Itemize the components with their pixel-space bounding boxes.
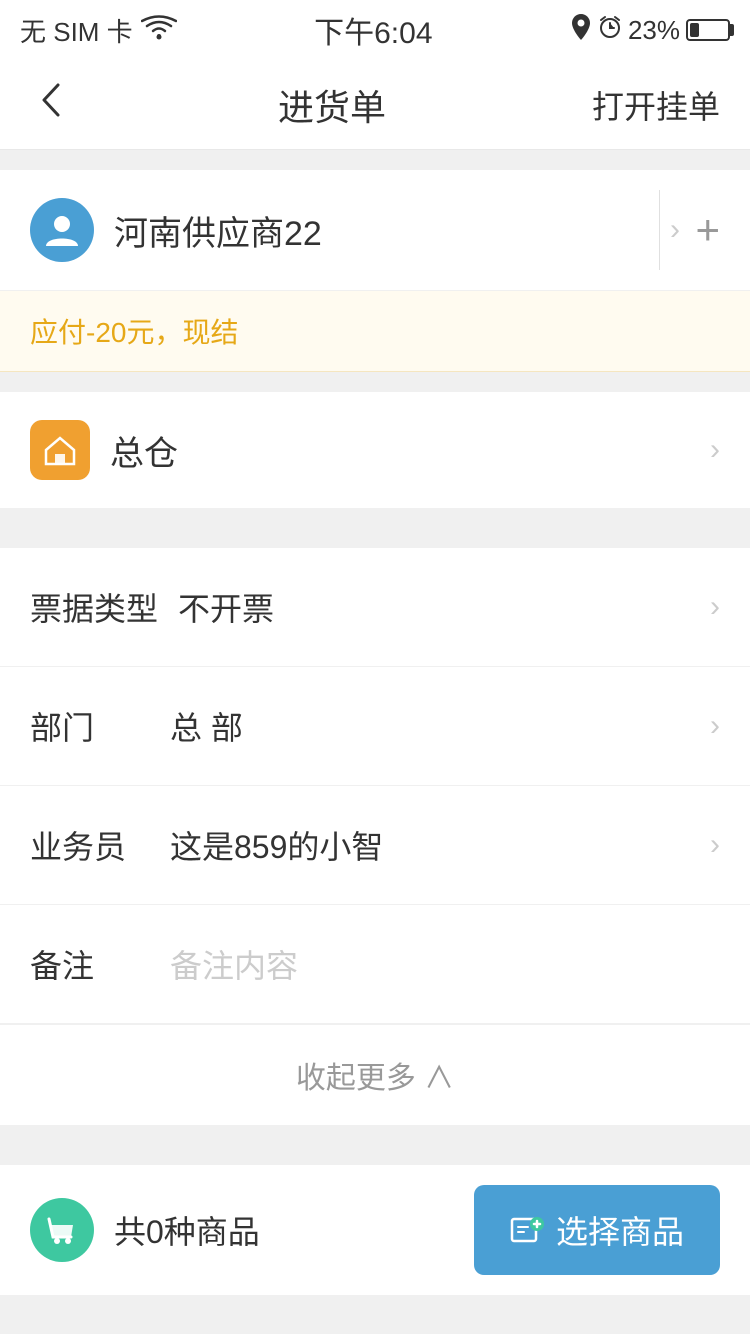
- sim-text: 无 SIM 卡: [20, 12, 133, 49]
- warehouse-row[interactable]: 总仓 ›: [0, 392, 750, 508]
- section-gap-2: [0, 372, 750, 392]
- note-row[interactable]: 备注 备注内容: [0, 905, 750, 1024]
- nav-title: 进货单: [278, 79, 386, 131]
- warehouse-section: 总仓 ›: [0, 392, 750, 508]
- nav-bar: 进货单 打开挂单: [0, 60, 750, 150]
- battery-icon: [686, 19, 730, 41]
- select-product-label: 选择商品: [556, 1207, 684, 1253]
- warehouse-chevron-icon: ›: [710, 433, 720, 467]
- battery-percent: 23%: [628, 15, 680, 46]
- warehouse-name: 总仓: [110, 426, 710, 475]
- notice-banner: 应付-20元，现结: [0, 291, 750, 372]
- dept-label: 部门: [30, 703, 150, 749]
- location-icon: [570, 14, 592, 47]
- status-left: 无 SIM 卡: [20, 12, 177, 49]
- supplier-section: 河南供应商22 › + 应付-20元，现结: [0, 170, 750, 372]
- status-right: 23%: [570, 14, 730, 47]
- supplier-chevron-icon: ›: [670, 213, 680, 247]
- invoice-label: 票据类型: [30, 584, 158, 630]
- status-bar: 无 SIM 卡 下午6:04 23: [0, 0, 750, 60]
- form-section: 票据类型 不开票 › 部门 总 部 › 业务员 这是859的小智 › 备注 备注…: [0, 548, 750, 1125]
- product-count: 共0种商品: [114, 1207, 474, 1253]
- status-time: 下午6:04: [314, 8, 432, 52]
- invoice-row[interactable]: 票据类型 不开票 ›: [0, 548, 750, 667]
- section-gap-4: [0, 1125, 750, 1145]
- supplier-avatar: [30, 198, 94, 262]
- select-product-button[interactable]: 选择商品: [474, 1185, 720, 1275]
- dept-chevron-icon: ›: [710, 709, 720, 743]
- bottom-bar: 共0种商品 选择商品: [0, 1165, 750, 1295]
- invoice-value: 不开票: [178, 584, 710, 630]
- add-supplier-button[interactable]: +: [695, 206, 720, 254]
- wifi-icon: [141, 14, 177, 47]
- section-gap-1: [0, 150, 750, 170]
- alarm-icon: [598, 14, 622, 47]
- supplier-row[interactable]: 河南供应商22 › +: [0, 170, 750, 291]
- note-label: 备注: [30, 941, 150, 987]
- collapse-button[interactable]: 收起更多 ∧: [0, 1024, 750, 1125]
- salesperson-value: 这是859的小智: [170, 822, 710, 868]
- note-placeholder: 备注内容: [170, 941, 720, 987]
- supplier-divider: [659, 190, 660, 270]
- dept-value: 总 部: [170, 703, 710, 749]
- salesperson-row[interactable]: 业务员 这是859的小智 ›: [0, 786, 750, 905]
- open-pending-button[interactable]: 打开挂单: [592, 82, 720, 128]
- salesperson-chevron-icon: ›: [710, 828, 720, 862]
- dept-row[interactable]: 部门 总 部 ›: [0, 667, 750, 786]
- invoice-chevron-icon: ›: [710, 590, 720, 624]
- section-gap-3: [0, 508, 750, 528]
- warehouse-icon: [30, 420, 90, 480]
- back-button[interactable]: [30, 71, 72, 138]
- salesperson-label: 业务员: [30, 822, 150, 868]
- product-cart-icon: [30, 1198, 94, 1262]
- select-product-icon: [510, 1213, 544, 1247]
- supplier-name: 河南供应商22: [114, 206, 670, 255]
